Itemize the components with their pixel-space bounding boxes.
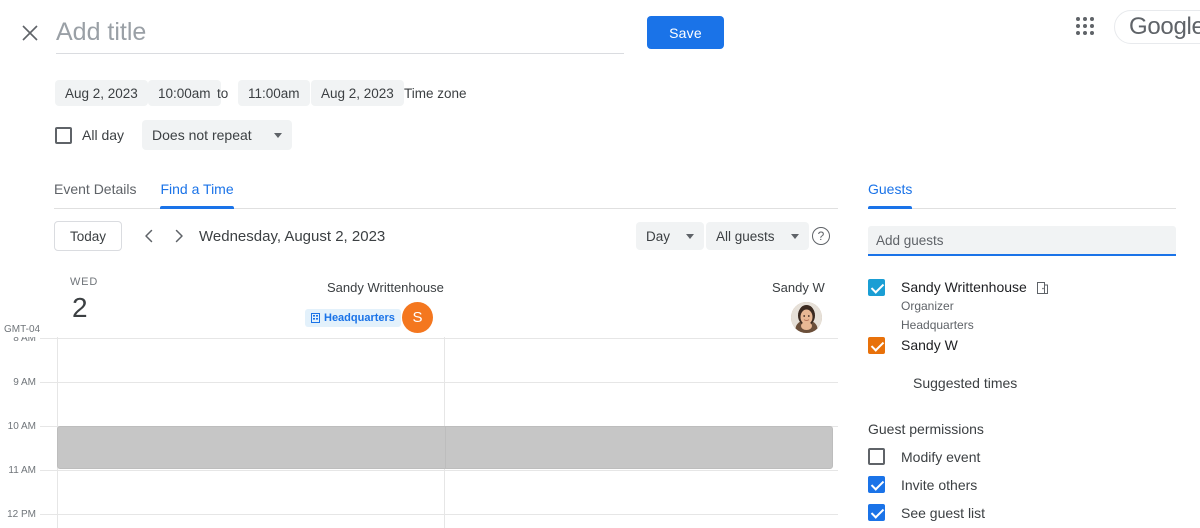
gridline-11am <box>40 470 838 471</box>
column-header-name-2: Sandy W <box>772 280 825 295</box>
building-icon <box>1037 282 1048 294</box>
event-title-input[interactable] <box>56 16 624 54</box>
end-date-chip[interactable]: Aug 2, 2023 <box>311 80 404 106</box>
time-label-12pm: 12 PM <box>0 509 36 520</box>
today-button[interactable]: Today <box>54 221 122 251</box>
invite-others-checkbox[interactable] <box>868 476 885 493</box>
google-logo: Google <box>1114 10 1200 44</box>
guest-checkbox[interactable] <box>868 337 885 354</box>
help-circle-icon[interactable]: ? <box>812 227 830 245</box>
see-guest-list-label: See guest list <box>901 505 985 521</box>
see-guest-list-checkbox[interactable] <box>868 504 885 521</box>
guest-filter-value: All guests <box>716 229 775 244</box>
column-header-name-1: Sandy Writtenhouse <box>327 280 444 295</box>
guest-name: Sandy W <box>901 337 958 354</box>
permission-row-see-guest-list[interactable]: See guest list <box>868 504 985 521</box>
headquarters-badge-label: Headquarters <box>324 312 395 324</box>
next-day-button[interactable] <box>168 225 190 247</box>
calendar-day-name: WED <box>70 276 98 288</box>
tab-event-details[interactable]: Event Details <box>54 181 136 208</box>
view-mode-dropdown[interactable]: Day <box>636 222 704 250</box>
start-time-chip[interactable]: 10:00am <box>148 80 221 106</box>
all-day-row: All day Does not repeat <box>55 120 292 150</box>
end-time-chip[interactable]: 11:00am <box>238 80 310 106</box>
tab-find-a-time[interactable]: Find a Time <box>160 181 233 208</box>
time-label-8am: 8 AM <box>0 337 36 344</box>
timezone-label: GMT-04 <box>4 324 40 335</box>
guest-list-item[interactable]: Sandy W <box>868 337 958 354</box>
view-mode-value: Day <box>646 229 670 244</box>
recurrence-value: Does not repeat <box>152 127 252 143</box>
gridline-9am <box>40 382 838 383</box>
add-guests-input[interactable] <box>868 226 1176 256</box>
guest-list-item[interactable]: Sandy Writtenhouse Organizer Headquarter… <box>868 279 1048 334</box>
permission-row-modify-event[interactable]: Modify event <box>868 448 980 465</box>
guest-filter-dropdown[interactable]: All guests <box>706 222 809 250</box>
modify-event-label: Modify event <box>901 449 980 465</box>
apps-grid-icon[interactable] <box>1074 15 1096 37</box>
guests-tabrow: Guests <box>868 181 1176 209</box>
avatar-photo <box>791 302 822 333</box>
suggested-times-link[interactable]: Suggested times <box>913 375 1017 391</box>
time-range-separator: to <box>217 80 228 106</box>
time-selection-block[interactable] <box>57 426 833 469</box>
guest-location: Headquarters <box>901 317 1048 334</box>
guest-name-row: Sandy Writtenhouse <box>901 279 1048 296</box>
date-heading: Wednesday, August 2, 2023 <box>199 228 385 245</box>
all-day-checkbox[interactable] <box>55 127 72 144</box>
time-label-9am: 9 AM <box>0 377 36 388</box>
previous-day-button[interactable] <box>138 225 160 247</box>
guest-checkbox[interactable] <box>868 279 885 296</box>
calendar-day-number: 2 <box>72 292 88 324</box>
chevron-down-icon <box>274 133 282 138</box>
detail-tabs: Event Details Find a Time <box>54 181 838 209</box>
save-button[interactable]: Save <box>647 16 724 49</box>
tab-guests[interactable]: Guests <box>868 181 912 208</box>
chevron-down-icon <box>686 234 694 239</box>
calendar-grid[interactable]: 8 AM 9 AM 10 AM 11 AM 12 PM <box>0 337 840 528</box>
gridline-8am <box>40 338 838 339</box>
time-zone-button[interactable]: Time zone <box>404 80 467 106</box>
guest-permissions-title: Guest permissions <box>868 421 984 437</box>
modify-event-checkbox[interactable] <box>868 448 885 465</box>
recurrence-select[interactable]: Does not repeat <box>142 120 292 150</box>
close-icon[interactable] <box>17 20 43 46</box>
guest-name: Sandy Writtenhouse <box>901 279 1027 296</box>
all-day-label: All day <box>82 127 124 143</box>
selection-column-divider <box>445 427 446 468</box>
gridline-12pm <box>40 514 838 515</box>
guest-role: Organizer <box>901 298 1048 315</box>
headquarters-badge: Headquarters <box>305 309 401 327</box>
building-icon <box>311 313 320 323</box>
chevron-down-icon <box>791 234 799 239</box>
permission-row-invite-others[interactable]: Invite others <box>868 476 977 493</box>
start-date-chip[interactable]: Aug 2, 2023 <box>55 80 148 106</box>
time-label-11am: 11 AM <box>0 465 36 476</box>
avatar-initial: S <box>402 302 433 333</box>
time-label-10am: 10 AM <box>0 421 36 432</box>
invite-others-label: Invite others <box>901 477 977 493</box>
